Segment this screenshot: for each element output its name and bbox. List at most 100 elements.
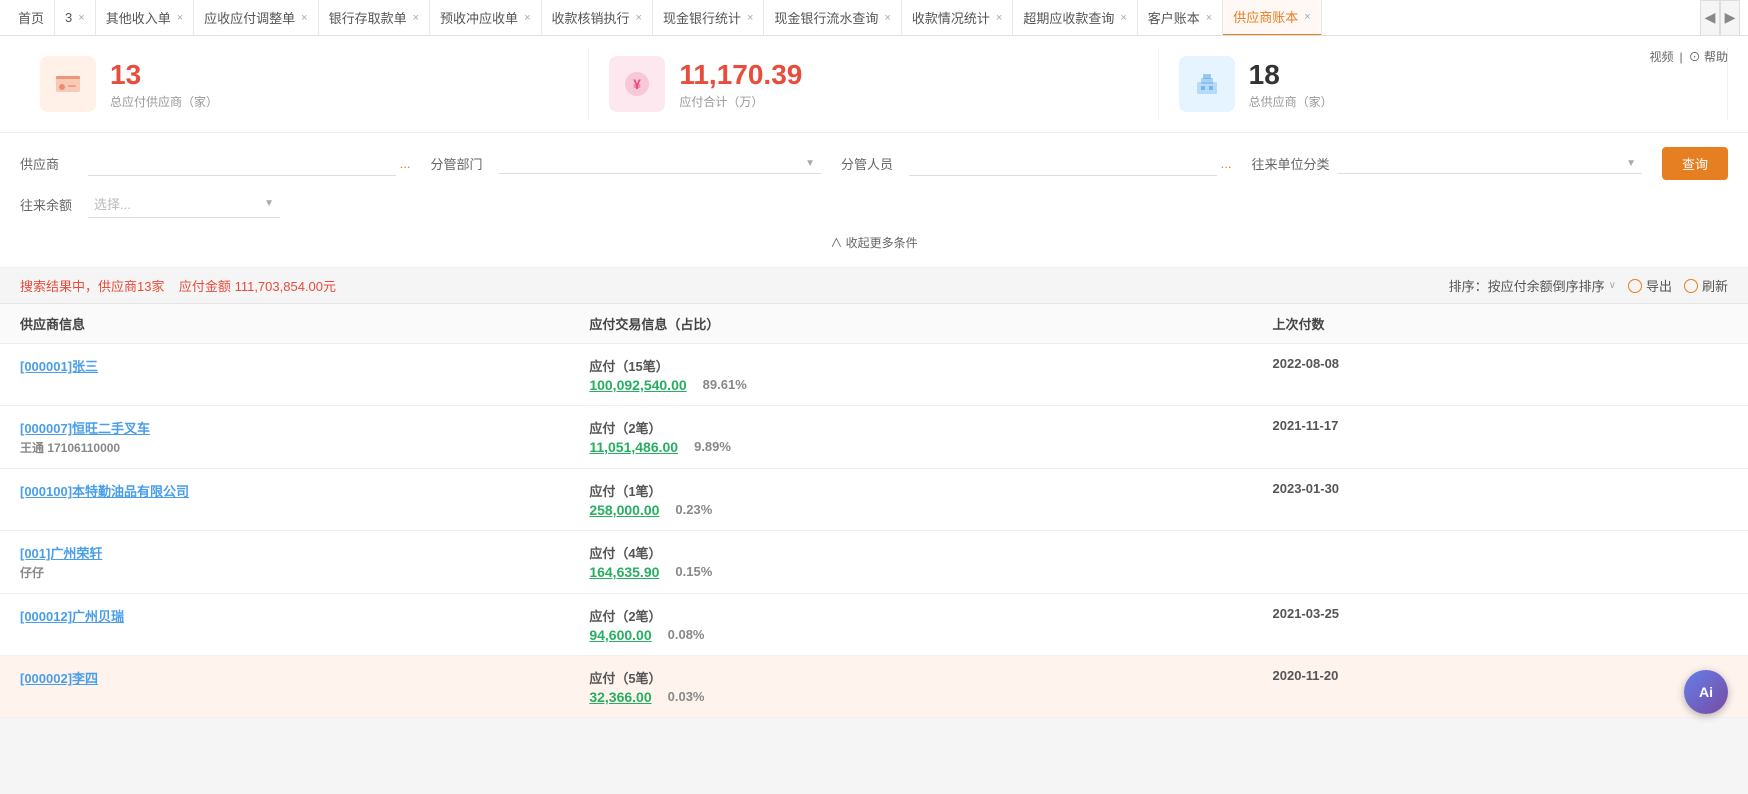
nav-next-arrow[interactable]: ▶ [1720,0,1740,36]
col-header-supplier: 供应商信息 [20,314,589,333]
txn-percent-5: 0.03% [668,689,705,704]
nav-tab-ar-ap-adjust[interactable]: 应收应付调整单 × [194,0,318,36]
summary-card-payable-total: ¥ 11,170.39 应付合计（万） [589,48,1158,120]
filter-dept: 分管部门 ▼ [431,154,822,174]
query-button[interactable]: 查询 [1662,147,1728,180]
txn-amount-4[interactable]: 94,600.00 [589,627,651,643]
close-tab-ar-ap-adjust[interactable]: × [301,12,307,24]
dept-filter-label: 分管部门 [431,154,491,173]
close-tab-other-income[interactable]: × [177,12,183,24]
nav-tab-home[interactable]: 首页 [8,0,55,36]
category-filter-select[interactable]: ▼ [1338,154,1642,174]
supplier-info-1: [000007]恒旺二手叉车 王通 17106110000 [20,418,589,456]
result-bar: 搜索结果中，供应商13家 应付金额 111,703,854.00元 排序：按应付… [0,268,1748,304]
supplier-table: 供应商信息 应付交易信息（占比） 上次付数 [000001]张三 应付（15笔）… [0,304,1748,718]
supplier-link-4[interactable]: [000012]广州贝瑞 [20,606,589,625]
txn-amount-0[interactable]: 100,092,540.00 [589,377,686,393]
close-tab-3[interactable]: × [78,12,84,24]
close-tab-prepaid-ar[interactable]: × [524,12,530,24]
supplier-link-2[interactable]: [000100]本特勤油品有限公司 [20,481,589,500]
close-tab-customer-ledger[interactable]: × [1206,12,1212,24]
txn-percent-2: 0.23% [675,502,712,517]
svg-text:¥: ¥ [633,76,641,92]
table-row[interactable]: [000001]张三 应付（15笔） 100,092,540.00 89.61%… [0,344,1748,406]
refresh-button[interactable]: 刷新 [1684,276,1728,295]
nav-tab-cash-bank-stat[interactable]: 现金银行统计 × [653,0,764,36]
nav-tab-overdue-ar[interactable]: 超期应收款查询 × [1013,0,1137,36]
person-filter-input[interactable] [909,152,1217,176]
person-filter-dots[interactable]: ... [1221,156,1232,171]
txn-amount-1[interactable]: 11,051,486.00 [589,439,678,455]
supplier-link-3[interactable]: [001]广州荣轩 [20,543,589,562]
table-row[interactable]: [000100]本特勤油品有限公司 应付（1笔） 258,000.00 0.23… [0,469,1748,531]
txn-amount-5[interactable]: 32,366.00 [589,689,651,705]
nav-tab-receipt-verify[interactable]: 收款核销执行 × [542,0,653,36]
summary-card-total-content: 18 总供应商（家） [1249,58,1333,111]
last-payment-5: 2020-11-20 [1273,668,1728,683]
table-row[interactable]: [000002]李四 应付（5笔） 32,366.00 0.03% 2020-1… [0,656,1748,718]
txn-label-4: 应付（2笔） [589,606,1272,625]
txn-label-0: 应付（15笔） [589,356,1272,375]
nav-tab-prepaid-ar[interactable]: 预收冲应收单 × [430,0,541,36]
nav-tab-cash-bank-flow[interactable]: 现金银行流水查询 × [764,0,901,36]
supplier-link-5[interactable]: [000002]李四 [20,668,589,687]
category-filter-label: 往来单位分类 [1252,154,1330,173]
close-tab-receipt-verify[interactable]: × [636,12,642,24]
collapse-more-btn[interactable]: ∧ 收起更多条件 [20,228,1728,257]
close-tab-receipt-stat[interactable]: × [996,12,1002,24]
video-link[interactable]: 视频 [1650,48,1674,65]
table-row[interactable]: [000012]广州贝瑞 应付（2笔） 94,600.00 0.08% 2021… [0,594,1748,656]
last-payment-4: 2021-03-25 [1273,606,1728,621]
help-link[interactable]: ⊙ 帮助 [1689,48,1728,65]
nav-tab-bank-deposit[interactable]: 银行存取款单 × [319,0,430,36]
dept-arrow: ▼ [805,158,815,169]
dept-filter-select[interactable]: ▼ [499,154,822,174]
supplier-info-4: [000012]广州贝瑞 [20,606,589,627]
txn-amount-2[interactable]: 258,000.00 [589,502,659,518]
close-tab-bank-deposit[interactable]: × [413,12,419,24]
txn-label-1: 应付（2笔） [589,418,1272,437]
close-tab-supplier-ledger[interactable]: × [1304,11,1310,23]
sort-select[interactable]: 排序：按应付余额倒序排序 ∨ [1449,276,1616,295]
nav-tab-3[interactable]: 3 × [55,0,96,36]
supplier-info-5: [000002]李四 [20,668,589,689]
txn-percent-4: 0.08% [668,627,705,642]
supplier-link-1[interactable]: [000007]恒旺二手叉车 [20,418,589,437]
payable-total-value: 11,170.39 [679,58,802,92]
txn-row-4: 94,600.00 0.08% [589,625,1272,643]
supplier-link-0[interactable]: [000001]张三 [20,356,589,375]
total-suppliers-icon [1179,56,1235,112]
txn-row-2: 258,000.00 0.23% [589,500,1272,518]
filter-balance: 往来余额 选择... ▼ [20,190,280,218]
close-tab-cash-bank-flow[interactable]: × [884,12,890,24]
summary-bar: 13 总应付供应商（家） ¥ 11,170.39 应付合计（万） [0,36,1748,133]
table-row[interactable]: [001]广州荣轩 仔仔 应付（4笔） 164,635.90 0.15% [0,531,1748,594]
last-payment-2: 2023-01-30 [1273,481,1728,496]
nav-prev-arrow[interactable]: ◀ [1700,0,1720,36]
export-button[interactable]: 导出 [1628,276,1672,295]
txn-row-5: 32,366.00 0.03% [589,687,1272,705]
result-actions: 排序：按应付余额倒序排序 ∨ 导出 刷新 [1449,276,1728,295]
txn-percent-1: 9.89% [694,439,731,454]
txn-amount-3[interactable]: 164,635.90 [589,564,659,580]
category-arrow: ▼ [1626,158,1636,169]
summary-card-total-suppliers: 18 总供应商（家） [1159,48,1728,120]
nav-tab-supplier-ledger[interactable]: 供应商账本 × [1223,0,1321,36]
supplier-info-3: [001]广州荣轩 仔仔 [20,543,589,581]
close-tab-cash-bank-stat[interactable]: × [747,12,753,24]
supplier-sub-1: 王通 17106110000 [20,439,589,456]
supplier-filter-dots[interactable]: ... [400,156,411,171]
supplier-sub-3: 仔仔 [20,564,589,581]
close-tab-overdue-ar[interactable]: × [1120,12,1126,24]
txn-percent-0: 89.61% [703,377,747,392]
table-row[interactable]: [000007]恒旺二手叉车 王通 17106110000 应付（2笔） 11,… [0,406,1748,469]
payable-total-icon: ¥ [609,56,665,112]
ai-button[interactable]: Ai [1684,670,1728,714]
nav-tab-customer-ledger[interactable]: 客户账本 × [1138,0,1223,36]
nav-tab-other-income[interactable]: 其他收入单 × [96,0,194,36]
transaction-info-0: 应付（15笔） 100,092,540.00 89.61% [589,356,1272,393]
supplier-filter-input[interactable] [88,152,396,176]
nav-tab-receipt-stat[interactable]: 收款情况统计 × [902,0,1013,36]
filter-row-1: 供应商 ... 分管部门 ▼ 分管人员 ... 往来单位分类 ▼ 查询 [20,147,1728,180]
balance-filter-select[interactable]: 选择... ▼ [88,190,280,218]
